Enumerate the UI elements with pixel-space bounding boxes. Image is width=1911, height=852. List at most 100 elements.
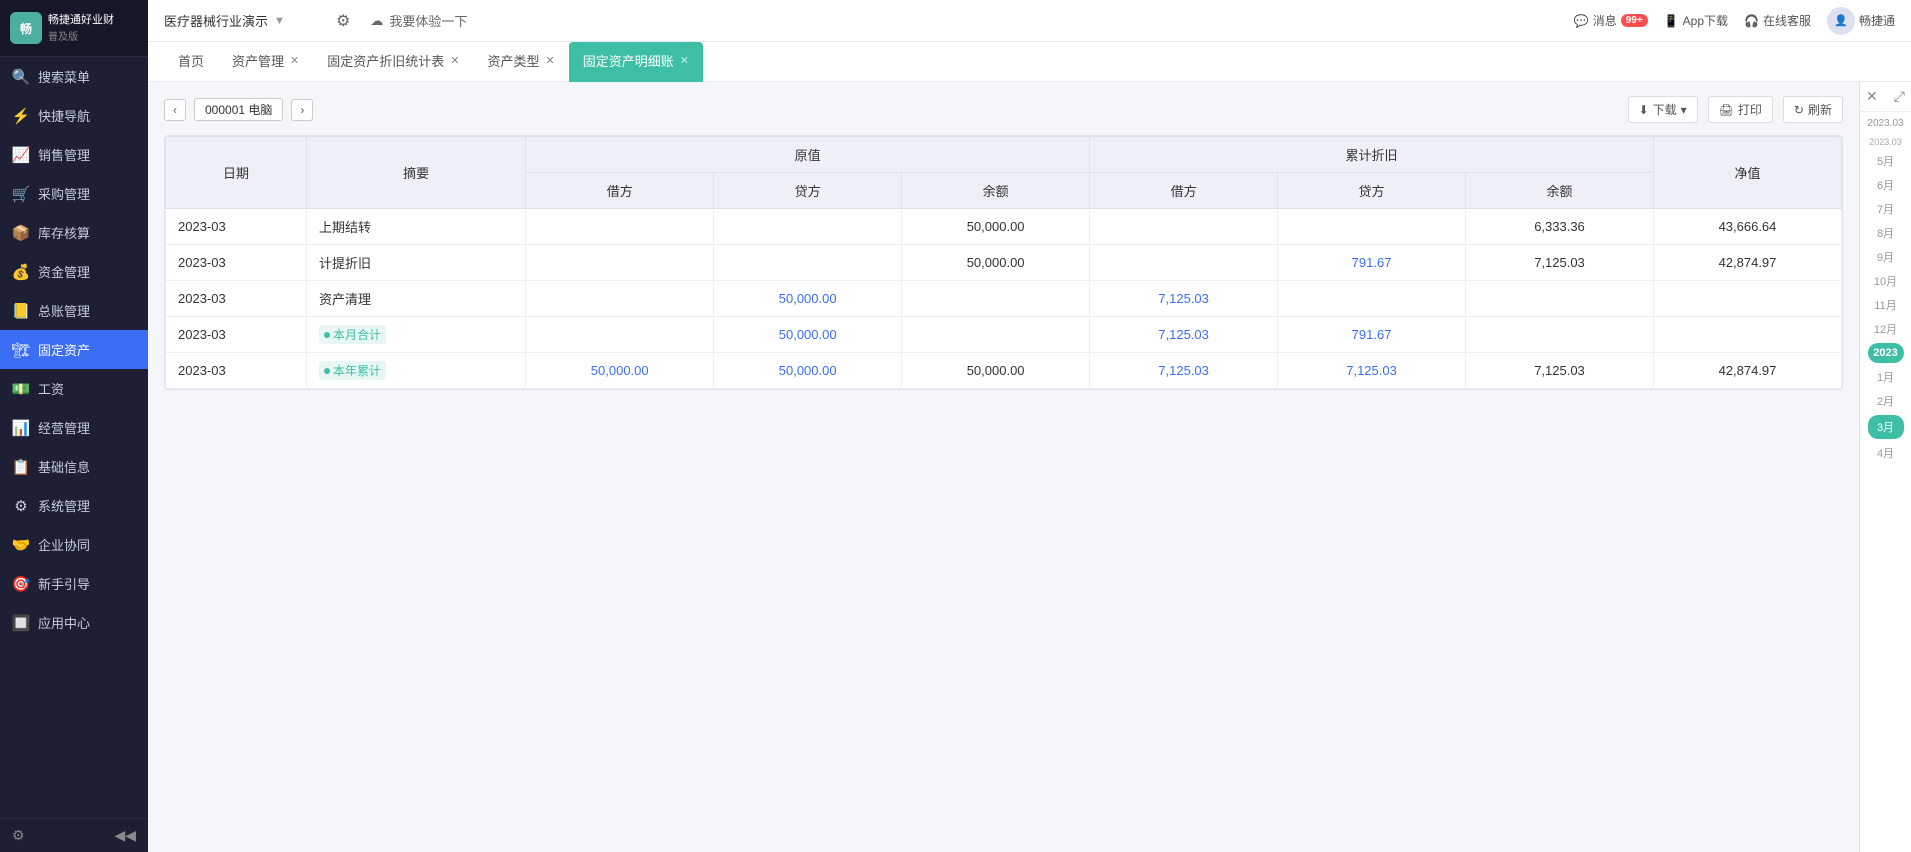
cell-orig-debit <box>526 281 714 317</box>
sidebar-item-cooperation[interactable]: 🤝 企业协同 <box>0 525 148 564</box>
timeline-month-12[interactable]: 12月 <box>1860 317 1911 341</box>
sidebar-item-salary[interactable]: 💵 工资 <box>0 369 148 408</box>
message-label: 消息 <box>1593 12 1617 29</box>
table: 日期 摘要 原值 累计折旧 净值 借方 贷方 余额 借方 贷方 余额 <box>165 136 1842 389</box>
company-chevron-icon: ▼ <box>274 15 285 27</box>
settings-footer-icon[interactable]: ⚙ <box>12 827 25 844</box>
print-btn[interactable]: 🖨 打印 <box>1708 96 1773 123</box>
cell-orig-balance <box>902 317 1090 353</box>
tab-asset-type[interactable]: 资产类型 ✕ <box>473 42 568 82</box>
col-summary: 摘要 <box>306 137 525 209</box>
cell-acc-credit <box>1278 209 1466 245</box>
sidebar-item-fixed-assets[interactable]: 🏗 固定资产 <box>0 330 148 369</box>
user-profile[interactable]: 👤 畅捷通 <box>1827 7 1895 35</box>
timeline-month-5[interactable]: 5月 <box>1860 149 1911 173</box>
tab-close-icon[interactable]: ✕ <box>450 54 459 67</box>
sidebar-item-ledger[interactable]: 📒 总账管理 <box>0 291 148 330</box>
company-selector[interactable]: 医疗器械行业演示 ▼ <box>164 11 324 30</box>
toolbar-actions: ⬇ 下载 ▾ 🖨 打印 ↻ 刷新 <box>1628 96 1843 123</box>
user-name: 畅捷通 <box>1859 12 1895 29</box>
cell-acc-debit <box>1090 209 1278 245</box>
panel-close-icon[interactable]: ✕ <box>1866 88 1878 105</box>
cell-date: 2023-03 <box>166 281 307 317</box>
sidebar-item-quick-nav[interactable]: ⚡ 快捷导航 <box>0 96 148 135</box>
sidebar-item-label: 新手引导 <box>38 574 90 593</box>
table-row: 2023-03 计提折旧 50,000.00 791.67 7,125.03 4… <box>166 245 1842 281</box>
col-orig-balance: 余额 <box>902 173 1090 209</box>
sidebar-item-label: 销售管理 <box>38 145 90 164</box>
timeline-month-1[interactable]: 1月 <box>1860 365 1911 389</box>
sidebar-item-label: 固定资产 <box>38 340 90 359</box>
timeline-month-11[interactable]: 11月 <box>1860 293 1911 317</box>
prev-asset-btn[interactable]: ‹ <box>164 99 186 121</box>
cell-acc-credit: 791.67 <box>1278 245 1466 281</box>
timeline-month-8[interactable]: 8月 <box>1860 221 1911 245</box>
col-acc-debit: 借方 <box>1090 173 1278 209</box>
download-btn[interactable]: ⬇ 下载 ▾ <box>1628 96 1698 123</box>
sidebar-item-business[interactable]: 📊 经营管理 <box>0 408 148 447</box>
timeline-month-4[interactable]: 4月 <box>1860 441 1911 465</box>
tab-close-icon[interactable]: ✕ <box>290 54 299 67</box>
timeline-month-3-active[interactable]: 3月 <box>1868 415 1904 439</box>
main-content: ‹ 000001 电脑 › ⬇ 下载 ▾ 🖨 打印 <box>148 82 1859 852</box>
col-acc-credit: 贷方 <box>1278 173 1466 209</box>
service-btn[interactable]: 🎧 在线客服 <box>1744 12 1811 29</box>
sidebar-item-label: 应用中心 <box>38 613 90 632</box>
summary-text: 资产清理 <box>319 292 371 307</box>
sidebar-item-app-center[interactable]: 🔲 应用中心 <box>0 603 148 642</box>
fixed-assets-icon: 🏗 <box>12 341 30 359</box>
tab-depreciation-label: 固定资产折旧统计表 <box>327 51 444 70</box>
timeline-month-9[interactable]: 9月 <box>1860 245 1911 269</box>
app-download-btn[interactable]: 📱 App下载 <box>1664 12 1728 29</box>
sidebar-item-basic-info[interactable]: 📋 基础信息 <box>0 447 148 486</box>
table-row: 2023-03 本月合计 50,000.00 7,125.03 791.67 <box>166 317 1842 353</box>
sidebar-item-sales[interactable]: 📈 销售管理 <box>0 135 148 174</box>
tab-asset-mgmt[interactable]: 资产管理 ✕ <box>218 42 313 82</box>
timeline-year-current[interactable]: 2023 <box>1868 343 1904 363</box>
sidebar-item-guide[interactable]: 🎯 新手引导 <box>0 564 148 603</box>
refresh-btn[interactable]: ↻ 刷新 <box>1783 96 1843 123</box>
message-btn[interactable]: 💬 消息 99+ <box>1574 12 1648 29</box>
tab-home[interactable]: 首页 <box>164 42 218 82</box>
sidebar-item-purchase[interactable]: 🛒 采购管理 <box>0 174 148 213</box>
table-row: 2023-03 上期结转 50,000.00 6,333.36 43,666.6… <box>166 209 1842 245</box>
col-original-value: 原值 <box>526 137 1090 173</box>
timeline-month-7[interactable]: 7月 <box>1860 197 1911 221</box>
download-chevron-icon: ▾ <box>1681 103 1687 117</box>
sidebar-item-capital[interactable]: 💰 资金管理 <box>0 252 148 291</box>
panel-expand-icon[interactable]: ⤢ <box>1894 88 1905 105</box>
sidebar-item-system[interactable]: ⚙ 系统管理 <box>0 486 148 525</box>
asset-tag: 000001 电脑 <box>194 98 283 121</box>
summary-text: 上期结转 <box>319 220 371 235</box>
inventory-icon: 📦 <box>12 224 30 242</box>
timeline-month-6[interactable]: 6月 <box>1860 173 1911 197</box>
next-asset-btn[interactable]: › <box>291 99 313 121</box>
cell-date: 2023-03 <box>166 245 307 281</box>
sidebar-item-search[interactable]: 🔍 搜索菜单 <box>0 57 148 96</box>
sidebar-logo: 畅 畅捷通好业财 普及版 <box>0 0 148 57</box>
sidebar-item-label: 搜索菜单 <box>38 67 90 86</box>
logo-name: 畅捷通好业财 <box>48 13 114 27</box>
timeline-month-2[interactable]: 2月 <box>1860 389 1911 413</box>
cell-date: 2023-03 <box>166 317 307 353</box>
message-icon: 💬 <box>1574 14 1589 28</box>
experience-btn[interactable]: ☁ 我要体验一下 <box>370 11 467 30</box>
collapse-icon[interactable]: ◀◀ <box>114 827 136 844</box>
tab-depreciation-stat[interactable]: 固定资产折旧统计表 ✕ <box>313 42 473 82</box>
timeline-month-10[interactable]: 10月 <box>1860 269 1911 293</box>
settings-icon[interactable]: ⚙ <box>336 11 350 31</box>
content-area: ‹ 000001 电脑 › ⬇ 下载 ▾ 🖨 打印 <box>148 82 1911 852</box>
company-name: 医疗器械行业演示 <box>164 11 268 30</box>
cell-summary: 本月合计 <box>306 317 525 353</box>
app-download-label: App下载 <box>1683 12 1728 29</box>
cell-date: 2023-03 <box>166 353 307 389</box>
cell-orig-balance: 50,000.00 <box>902 353 1090 389</box>
cell-net-value: 42,874.97 <box>1653 245 1841 281</box>
tab-close-icon[interactable]: ✕ <box>546 54 555 67</box>
cell-summary: 资产清理 <box>306 281 525 317</box>
sidebar-item-inventory[interactable]: 📦 库存核算 <box>0 213 148 252</box>
tab-close-icon[interactable]: ✕ <box>680 54 689 67</box>
cell-orig-balance: 50,000.00 <box>902 209 1090 245</box>
tab-asset-detail[interactable]: 固定资产明细账 ✕ <box>569 42 703 82</box>
cell-acc-balance: 7,125.03 <box>1466 353 1654 389</box>
